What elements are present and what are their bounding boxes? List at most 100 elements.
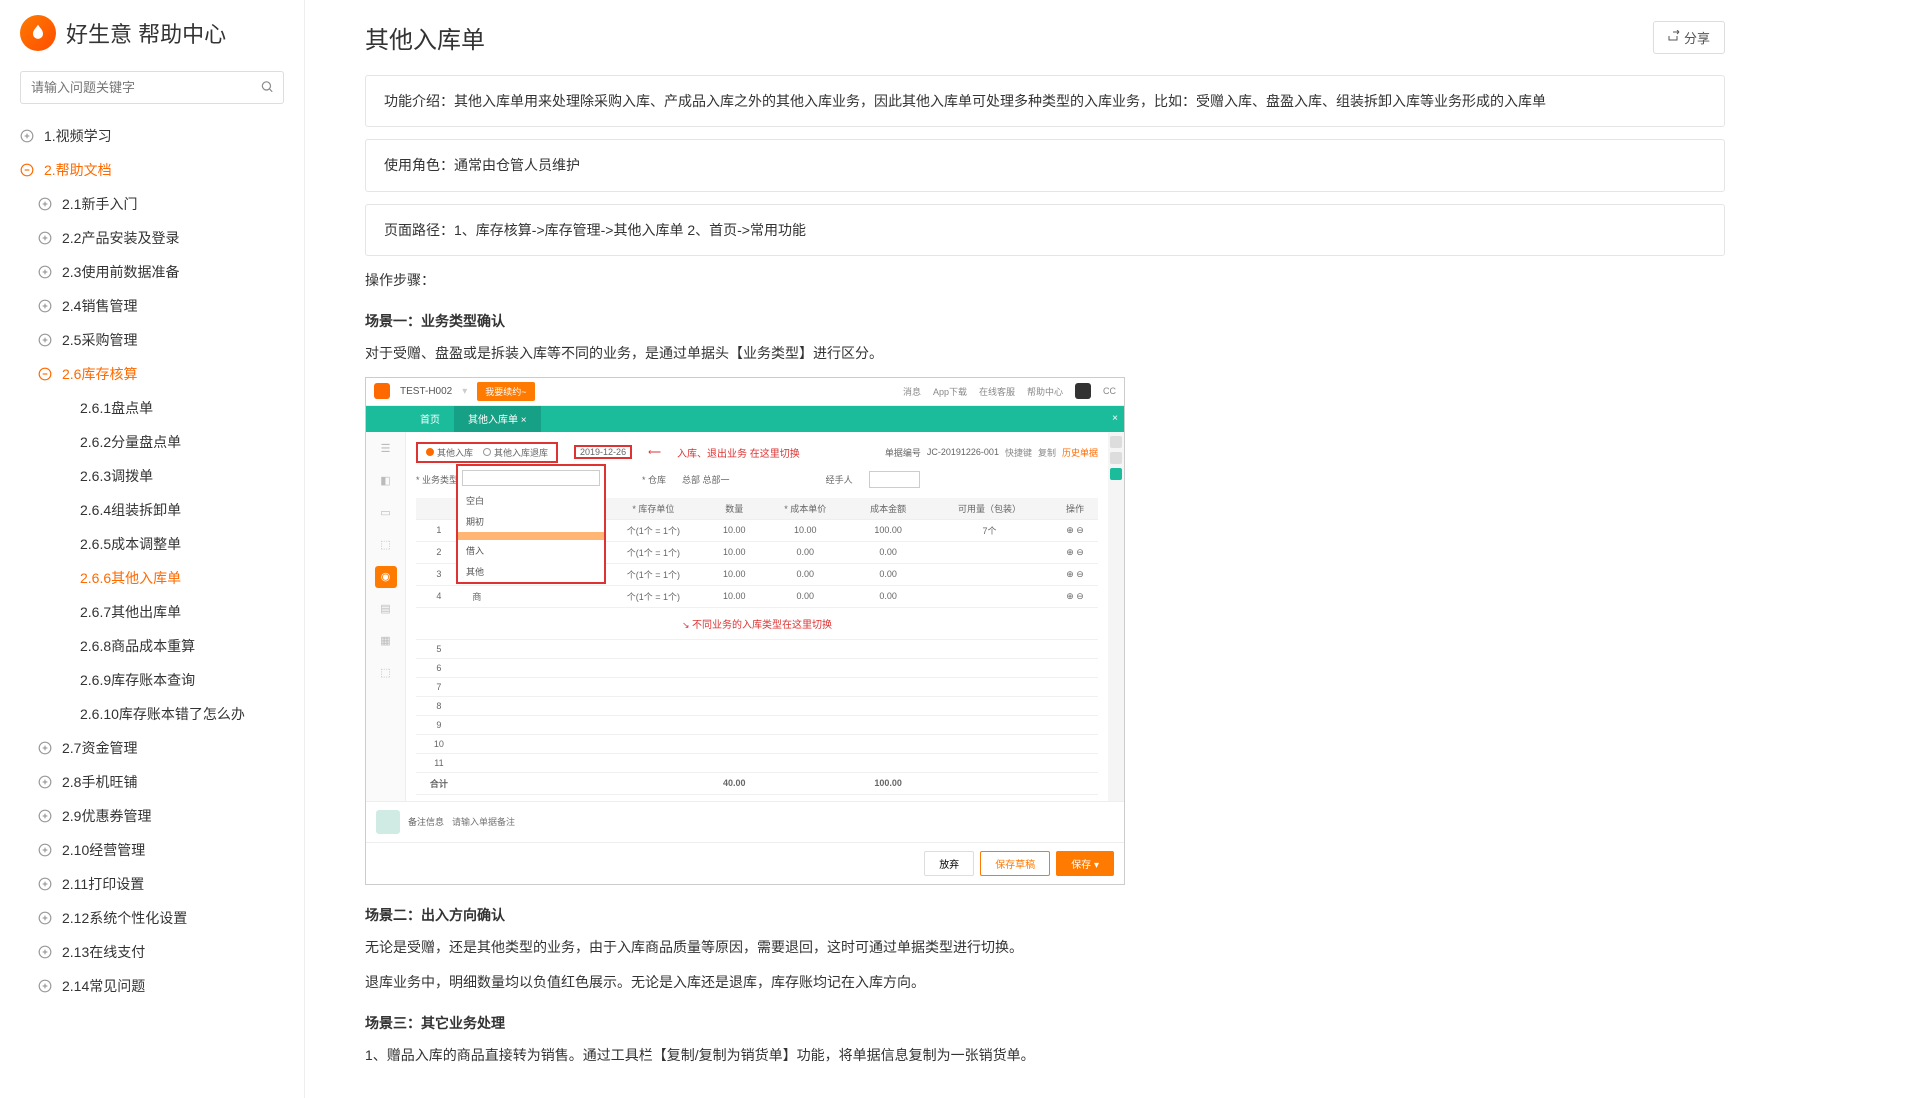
- scene2-title: 场景二：出入方向确认: [365, 905, 1725, 925]
- plus-icon: [38, 741, 52, 755]
- page-title: 其他入库单: [365, 20, 485, 55]
- nav-2-2[interactable]: 2.2产品安装及登录: [20, 221, 284, 255]
- nav-2-6-2[interactable]: 2.6.2分量盘点单: [20, 425, 284, 459]
- logo-icon: [20, 15, 56, 51]
- nav-2-6[interactable]: 2.6库存核算: [20, 357, 284, 391]
- ss-tabs: 首页 其他入库单 × ×: [366, 406, 1124, 432]
- nav-2-13[interactable]: 2.13在线支付: [20, 935, 284, 969]
- nav-label: 2.5采购管理: [62, 330, 137, 350]
- ss-account: TEST-H002: [400, 386, 452, 397]
- plus-icon: [38, 843, 52, 857]
- nav-help-docs[interactable]: 2.帮助文档: [20, 153, 284, 187]
- ss-biztype-label: * 业务类型: [416, 473, 458, 486]
- nav-label: 2.14常见问题: [62, 976, 145, 996]
- search-box: [20, 71, 284, 104]
- scene3-title: 场景三：其它业务处理: [365, 1013, 1725, 1033]
- share-button[interactable]: 分享: [1653, 21, 1725, 54]
- nav-label: 2.6.6其他入库单: [80, 568, 181, 588]
- nav-label: 2.6.4组装拆卸单: [80, 500, 181, 520]
- plus-icon: [38, 299, 52, 313]
- info-role: 使用角色：通常由仓管人员维护: [365, 139, 1725, 191]
- ss-dd-item: 借入: [458, 540, 604, 561]
- nav-2-6-10[interactable]: 2.6.10库存账本错了怎么办: [20, 697, 284, 731]
- ss-arrow-icon: ⟵: [648, 447, 661, 458]
- nav-2-9[interactable]: 2.9优惠券管理: [20, 799, 284, 833]
- search-input[interactable]: [20, 71, 284, 104]
- nav-label: 1.视频学习: [44, 126, 112, 146]
- intro-label: 功能介绍：: [384, 93, 454, 109]
- ss-nav-icon: ▦: [375, 630, 397, 652]
- plus-icon: [38, 979, 52, 993]
- nav-label: 2.6.5成本调整单: [80, 534, 181, 554]
- scene1-text: 对于受赠、盘盈或是拆装入库等不同的业务，是通过单据头【业务类型】进行区分。: [365, 341, 1725, 366]
- brand-row: 好生意 帮助中心: [20, 15, 284, 51]
- nav-label: 2.6.7其他出库单: [80, 602, 181, 622]
- plus-icon: [38, 775, 52, 789]
- ss-nav-icon: ⬚: [375, 534, 397, 556]
- ss-cancel-button: 放弃: [924, 851, 974, 876]
- scene1-title: 场景一：业务类型确认: [365, 311, 1725, 331]
- plus-icon: [38, 231, 52, 245]
- nav-2-10[interactable]: 2.10经营管理: [20, 833, 284, 867]
- role-label: 使用角色：: [384, 157, 454, 173]
- nav-2-6-5[interactable]: 2.6.5成本调整单: [20, 527, 284, 561]
- path-label: 页面路径：: [384, 222, 454, 238]
- plus-icon: [38, 809, 52, 823]
- nav-2-6-8[interactable]: 2.6.8商品成本重算: [20, 629, 284, 663]
- ss-dd-item-hover: [458, 532, 604, 540]
- ss-toplink: 帮助中心: [1027, 385, 1063, 398]
- nav-2-7[interactable]: 2.7资金管理: [20, 731, 284, 765]
- info-intro: 功能介绍：其他入库单用来处理除采购入库、产成品入库之外的其他入库业务，因此其他入…: [365, 75, 1725, 127]
- nav-2-5[interactable]: 2.5采购管理: [20, 323, 284, 357]
- plus-icon: [38, 265, 52, 279]
- ss-nav-icon-active: ◉: [375, 566, 397, 588]
- nav-2-6-1[interactable]: 2.6.1盘点单: [20, 391, 284, 425]
- nav-2-3[interactable]: 2.3使用前数据准备: [20, 255, 284, 289]
- ss-radio-return: 其他入库退库: [483, 446, 548, 459]
- nav-label: 2.11打印设置: [62, 874, 144, 894]
- plus-icon: [38, 911, 52, 925]
- nav-2-8[interactable]: 2.8手机旺铺: [20, 765, 284, 799]
- embedded-screenshot: TEST-H002 ▾ 我要续约~ 消息 App下载 在线客服 帮助中心 CC …: [365, 377, 1125, 885]
- nav-2-6-3[interactable]: 2.6.3调拨单: [20, 459, 284, 493]
- share-icon: [1668, 30, 1680, 45]
- nav-video-learning[interactable]: 1.视频学习: [20, 119, 284, 153]
- ss-remark-input: [452, 817, 1114, 827]
- ss-nav-icon: ▭: [375, 502, 397, 524]
- intro-text: 其他入库单用来处理除采购入库、产成品入库之外的其他入库业务，因此其他入库单可处理…: [454, 93, 1546, 109]
- nav-2-14[interactable]: 2.14常见问题: [20, 969, 284, 1003]
- nav-2-12[interactable]: 2.12系统个性化设置: [20, 901, 284, 935]
- ss-rp-icon: [1110, 468, 1122, 480]
- nav-2-6-7[interactable]: 2.6.7其他出库单: [20, 595, 284, 629]
- main-content: 其他入库单 分享 功能介绍：其他入库单用来处理除采购入库、产成品入库之外的其他入…: [305, 0, 1785, 1098]
- nav-label: 2.12系统个性化设置: [62, 908, 187, 928]
- ss-docno-label: 单据编号: [885, 446, 921, 459]
- nav-2-4[interactable]: 2.4销售管理: [20, 289, 284, 323]
- nav-2-6-9[interactable]: 2.6.9库存账本查询: [20, 663, 284, 697]
- search-icon[interactable]: [260, 79, 274, 96]
- ss-save-button: 保存 ▾: [1056, 851, 1114, 876]
- nav-label: 2.13在线支付: [62, 942, 145, 962]
- nav-label: 2.6库存核算: [62, 364, 137, 384]
- ss-toplink: App下载: [933, 385, 967, 398]
- ss-warehouse-label: * 仓库: [642, 473, 666, 486]
- nav-2-1[interactable]: 2.1新手入门: [20, 187, 284, 221]
- info-path: 页面路径：1、库存核算->库存管理->其他入库单 2、首页->常用功能: [365, 204, 1725, 256]
- ss-remark-label: 备注信息: [408, 815, 444, 828]
- nav-2-6-6[interactable]: 2.6.6其他入库单: [20, 561, 284, 595]
- ss-toplink: 消息: [903, 385, 921, 398]
- nav-2-11[interactable]: 2.11打印设置: [20, 867, 284, 901]
- nav-label: 2.6.3调拨单: [80, 466, 153, 486]
- ss-tab-active: 其他入库单 ×: [454, 406, 541, 432]
- ss-main: 其他入库 其他入库退库 2019-12-26 ⟵ 入库、退出业务 在这里切换 单…: [406, 432, 1108, 801]
- ss-docno: JC-20191226-001: [927, 447, 999, 457]
- plus-icon: [20, 129, 34, 143]
- plus-icon: [38, 945, 52, 959]
- nav-2-6-4[interactable]: 2.6.4组装拆卸单: [20, 493, 284, 527]
- plus-icon: [38, 333, 52, 347]
- ss-radio-group: 其他入库 其他入库退库: [416, 442, 558, 463]
- nav-label: 2.6.2分量盘点单: [80, 432, 181, 452]
- minus-icon: [20, 163, 34, 177]
- ss-annotation-2: 不同业务的入库类型在这里切换: [692, 620, 832, 631]
- ss-tab-home: 首页: [406, 406, 454, 432]
